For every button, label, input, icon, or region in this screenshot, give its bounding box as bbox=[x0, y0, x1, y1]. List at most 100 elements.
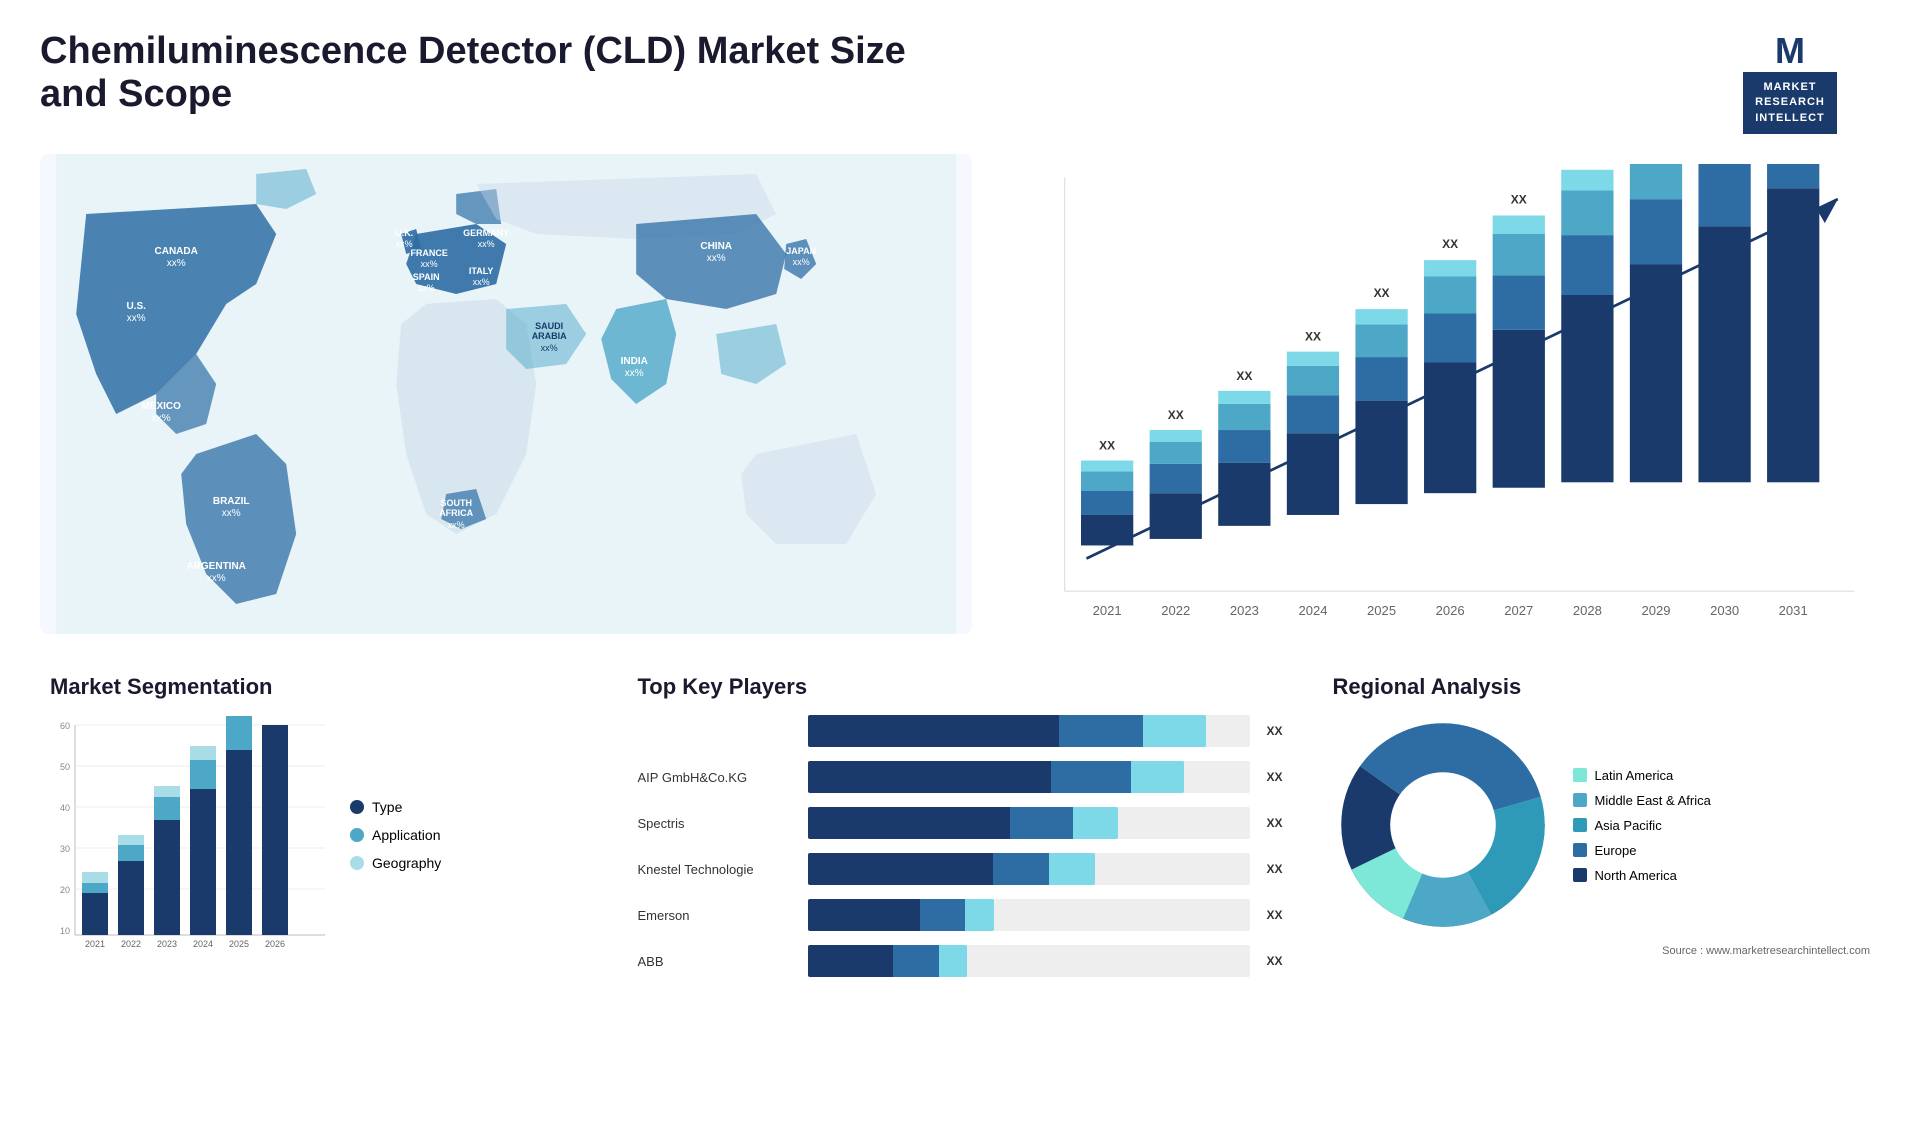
regional-section: Regional Analysis Latin America bbox=[1323, 664, 1881, 987]
svg-text:xx%: xx% bbox=[793, 257, 810, 267]
regional-title: Regional Analysis bbox=[1333, 674, 1871, 700]
svg-text:2022: 2022 bbox=[1162, 603, 1191, 618]
legend-label-latin: Latin America bbox=[1595, 768, 1674, 783]
svg-text:SPAIN: SPAIN bbox=[413, 272, 440, 282]
player-bar-2 bbox=[808, 761, 1251, 793]
legend-label-type: Type bbox=[372, 799, 402, 815]
svg-text:xx%: xx% bbox=[167, 258, 186, 269]
player-xx-4: XX bbox=[1266, 862, 1282, 876]
svg-text:40: 40 bbox=[60, 803, 70, 813]
top-section: CANADA xx% U.S. xx% MEXICO xx% BRAZIL xx… bbox=[40, 154, 1880, 634]
donut-chart bbox=[1333, 715, 1553, 935]
player-bar-5 bbox=[808, 899, 1251, 931]
svg-text:SOUTH: SOUTH bbox=[440, 498, 472, 508]
svg-text:XX: XX bbox=[1443, 237, 1459, 251]
donut-svg bbox=[1333, 715, 1553, 935]
svg-text:XX: XX bbox=[1237, 369, 1253, 383]
legend-label-apac: Asia Pacific bbox=[1595, 818, 1662, 833]
svg-text:xx%: xx% bbox=[421, 259, 438, 269]
svg-text:XX: XX bbox=[1168, 408, 1184, 422]
legend-label-application: Application bbox=[372, 827, 441, 843]
legend-box-latin bbox=[1573, 768, 1587, 782]
svg-text:JAPAN: JAPAN bbox=[786, 246, 816, 256]
logo: M MARKET RESEARCH INTELLECT bbox=[1700, 30, 1880, 134]
page-title: Chemiluminescence Detector (CLD) Market … bbox=[40, 30, 940, 116]
legend-box-apac bbox=[1573, 818, 1587, 832]
svg-text:2023: 2023 bbox=[157, 939, 177, 949]
svg-text:2025: 2025 bbox=[229, 939, 249, 949]
svg-text:2026: 2026 bbox=[1436, 603, 1465, 618]
player-xx-1: XX bbox=[1266, 724, 1282, 738]
player-row-4: Knestel Technologie XX bbox=[638, 853, 1283, 885]
player-xx-3: XX bbox=[1266, 816, 1282, 830]
legend-label-na: North America bbox=[1595, 868, 1677, 883]
svg-text:INDIA: INDIA bbox=[621, 356, 648, 367]
legend-box-na bbox=[1573, 868, 1587, 882]
svg-text:2021: 2021 bbox=[1093, 603, 1122, 618]
player-row-2: AIP GmbH&Co.KG XX bbox=[638, 761, 1283, 793]
svg-text:MEXICO: MEXICO bbox=[141, 401, 181, 412]
legend-mea: Middle East & Africa bbox=[1573, 793, 1711, 808]
svg-text:2022: 2022 bbox=[121, 939, 141, 949]
svg-text:2028: 2028 bbox=[1573, 603, 1602, 618]
legend-dot-application bbox=[350, 828, 364, 842]
bar-chart-svg: XX 2021 XX 2022 XX 2023 bbox=[1032, 164, 1860, 670]
legend-asia-pacific: Asia Pacific bbox=[1573, 818, 1711, 833]
svg-text:xx%: xx% bbox=[152, 413, 171, 424]
regional-legend: Latin America Middle East & Africa Asia … bbox=[1573, 768, 1711, 883]
svg-text:ITALY: ITALY bbox=[469, 266, 494, 276]
legend-europe: Europe bbox=[1573, 843, 1711, 858]
player-row-3: Spectris XX bbox=[638, 807, 1283, 839]
svg-text:xx%: xx% bbox=[541, 343, 558, 353]
svg-text:xx%: xx% bbox=[625, 368, 644, 379]
player-name-3: Spectris bbox=[638, 816, 798, 831]
svg-text:2025: 2025 bbox=[1367, 603, 1396, 618]
svg-text:2031: 2031 bbox=[1779, 603, 1808, 618]
player-row-6: ABB XX bbox=[638, 945, 1283, 977]
world-map: CANADA xx% U.S. xx% MEXICO xx% BRAZIL xx… bbox=[40, 154, 972, 634]
svg-text:10: 10 bbox=[60, 926, 70, 936]
legend-application: Application bbox=[350, 827, 441, 843]
svg-text:30: 30 bbox=[60, 844, 70, 854]
svg-text:FRANCE: FRANCE bbox=[410, 248, 448, 258]
segmentation-title: Market Segmentation bbox=[50, 674, 588, 700]
player-row-1: XX bbox=[638, 715, 1283, 747]
player-row-5: Emerson XX bbox=[638, 899, 1283, 931]
svg-text:XX: XX bbox=[1374, 286, 1390, 300]
svg-text:50: 50 bbox=[60, 762, 70, 772]
svg-text:U.K.: U.K. bbox=[395, 228, 413, 238]
svg-text:2029: 2029 bbox=[1642, 603, 1671, 618]
legend-box-europe bbox=[1573, 843, 1587, 857]
svg-text:xx%: xx% bbox=[448, 520, 465, 530]
logo-text: MARKET RESEARCH INTELLECT bbox=[1743, 72, 1837, 134]
players-section: Top Key Players XX AIP GmbH&Co.KG bbox=[628, 664, 1293, 987]
legend-type: Type bbox=[350, 799, 441, 815]
player-bar-1 bbox=[808, 715, 1251, 747]
svg-text:2023: 2023 bbox=[1230, 603, 1259, 618]
player-bar-6 bbox=[808, 945, 1251, 977]
svg-text:CHINA: CHINA bbox=[700, 241, 732, 252]
svg-text:xx%: xx% bbox=[127, 313, 146, 324]
player-bar-4 bbox=[808, 853, 1251, 885]
svg-text:2021: 2021 bbox=[85, 939, 105, 949]
player-name-5: Emerson bbox=[638, 908, 798, 923]
svg-text:SAUDI: SAUDI bbox=[535, 321, 563, 331]
svg-text:20: 20 bbox=[60, 885, 70, 895]
player-xx-5: XX bbox=[1266, 908, 1282, 922]
svg-text:xx%: xx% bbox=[207, 573, 226, 584]
svg-text:XX: XX bbox=[1511, 193, 1527, 207]
player-name-6: ABB bbox=[638, 954, 798, 969]
map-svg: CANADA xx% U.S. xx% MEXICO xx% BRAZIL xx… bbox=[40, 154, 972, 634]
svg-text:XX: XX bbox=[1100, 439, 1116, 453]
regional-inner: Latin America Middle East & Africa Asia … bbox=[1333, 715, 1871, 935]
legend-north-america: North America bbox=[1573, 868, 1711, 883]
legend-geography: Geography bbox=[350, 855, 441, 871]
svg-text:2024: 2024 bbox=[193, 939, 213, 949]
player-xx-6: XX bbox=[1266, 954, 1282, 968]
player-name-4: Knestel Technologie bbox=[638, 862, 798, 877]
svg-text:xx%: xx% bbox=[478, 239, 495, 249]
svg-text:AFRICA: AFRICA bbox=[439, 508, 473, 518]
svg-text:xx%: xx% bbox=[707, 253, 726, 264]
svg-text:ARGENTINA: ARGENTINA bbox=[186, 561, 245, 572]
source-text: Source : www.marketresearchintellect.com bbox=[1333, 945, 1871, 957]
